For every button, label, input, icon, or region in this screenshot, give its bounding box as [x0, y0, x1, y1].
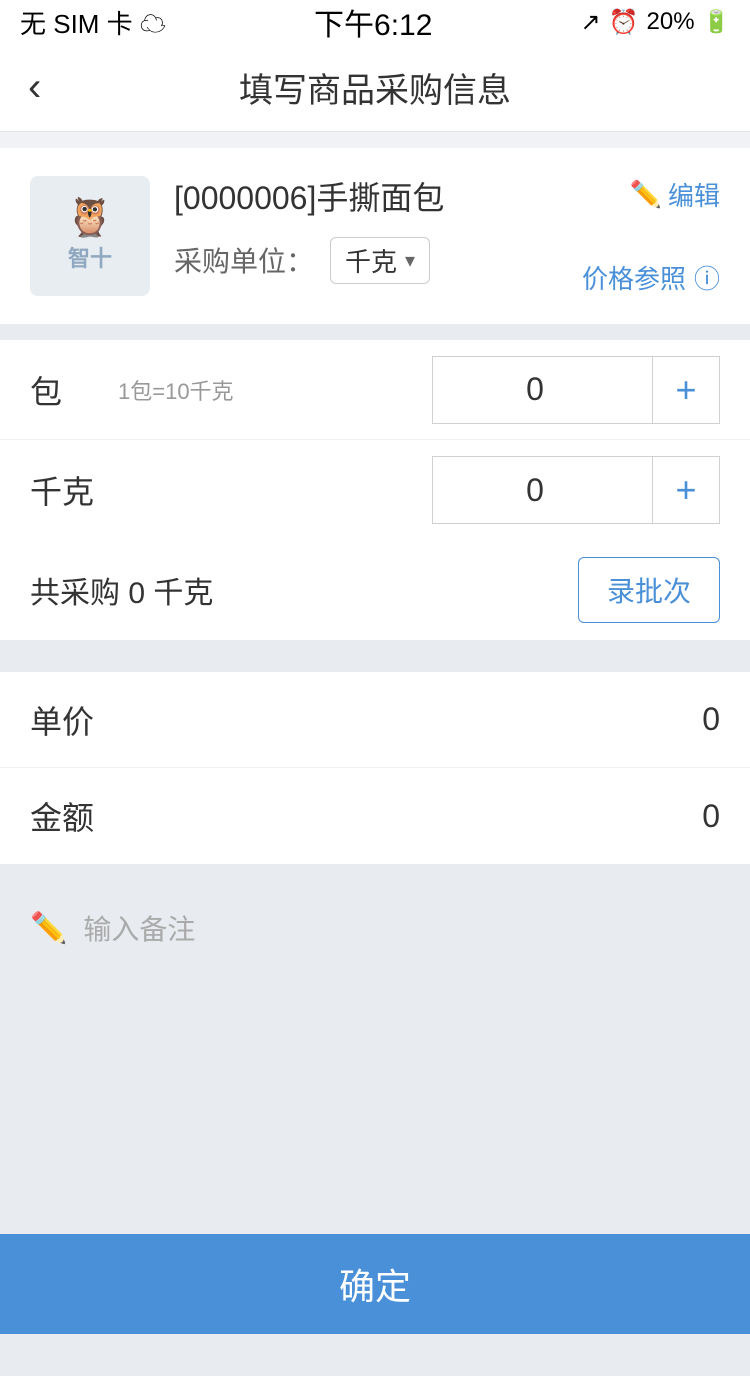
summary-row: 共采购 0 千克 录批次: [0, 540, 750, 640]
price-ref-button[interactable]: 价格参照 ⓘ: [582, 259, 720, 296]
batch-button[interactable]: 录批次: [578, 557, 720, 623]
back-button[interactable]: ‹: [28, 65, 41, 110]
kg-plus-button[interactable]: +: [652, 456, 720, 524]
sim-text: 无 SIM 卡 ☁: [20, 4, 166, 41]
product-card: 🦉 智十 [0000006]手撕面包 采购单位： 千克 ▾ ✏️ 编辑 价格参照…: [0, 148, 750, 324]
alarm-icon: ⏰: [609, 8, 639, 37]
logo-owl-icon: 🦉: [66, 199, 113, 237]
unit-value: 千克: [345, 242, 397, 279]
summary-text: 共采购 0 千克: [30, 568, 213, 612]
edit-icon: ✏️: [630, 179, 662, 210]
bao-plus-button[interactable]: +: [652, 356, 720, 424]
unit-price-row: 单价 0: [0, 672, 750, 768]
location-icon: ↗: [581, 8, 601, 37]
pencil-icon: ✏️: [30, 911, 67, 946]
product-logo: 🦉 智十: [66, 199, 113, 273]
question-icon: ⓘ: [694, 259, 720, 296]
chevron-down-icon: ▾: [405, 248, 415, 273]
status-time: 下午6:12: [314, 0, 432, 44]
remark-section[interactable]: ✏️ 输入备注: [0, 880, 750, 976]
unit-price-label: 单价: [30, 697, 94, 743]
bao-field-wrap: +: [432, 356, 720, 424]
confirm-button[interactable]: 确定: [0, 1234, 750, 1334]
section-divider-1: [0, 324, 750, 340]
edit-label: 编辑: [668, 176, 720, 213]
bao-sublabel: 1包=10千克: [118, 374, 432, 406]
bao-input[interactable]: [432, 356, 652, 424]
page-title: 填写商品采购信息: [239, 63, 511, 112]
kg-field-wrap: +: [432, 456, 720, 524]
price-ref-label: 价格参照: [582, 259, 686, 296]
product-image: 🦉 智十: [30, 176, 150, 296]
amount-value: 0: [702, 798, 720, 835]
edit-button[interactable]: ✏️ 编辑: [630, 176, 720, 213]
unit-price-value: 0: [702, 701, 720, 738]
price-section: 单价 0 金额 0: [0, 672, 750, 864]
bao-input-row: 包 1包=10千克 +: [0, 340, 750, 440]
bao-label: 包: [30, 367, 110, 413]
remark-input[interactable]: 输入备注: [83, 908, 195, 948]
battery-icon: 🔋: [703, 9, 730, 35]
confirm-label: 确定: [339, 1258, 411, 1310]
main-content: 🦉 智十 [0000006]手撕面包 采购单位： 千克 ▾ ✏️ 编辑 价格参照…: [0, 148, 750, 1376]
status-left: 无 SIM 卡 ☁: [20, 4, 166, 41]
status-bar: 无 SIM 卡 ☁ 下午6:12 ↗ ⏰ 20% 🔋: [0, 0, 750, 44]
amount-row: 金额 0: [0, 768, 750, 864]
kg-label: 千克: [30, 467, 110, 513]
logo-brand-text: 智十: [68, 241, 112, 273]
section-divider-2: [0, 640, 750, 656]
unit-label: 采购单位：: [174, 240, 314, 280]
nav-bar: ‹ 填写商品采购信息: [0, 44, 750, 132]
status-right: ↗ ⏰ 20% 🔋: [581, 8, 730, 37]
unit-select[interactable]: 千克 ▾: [330, 237, 430, 284]
amount-label: 金额: [30, 793, 94, 839]
kg-input[interactable]: [432, 456, 652, 524]
empty-space: [0, 976, 750, 1276]
battery-text: 20%: [647, 8, 695, 36]
kg-input-row: 千克 +: [0, 440, 750, 540]
quantity-input-section: 包 1包=10千克 + 千克 +: [0, 340, 750, 540]
